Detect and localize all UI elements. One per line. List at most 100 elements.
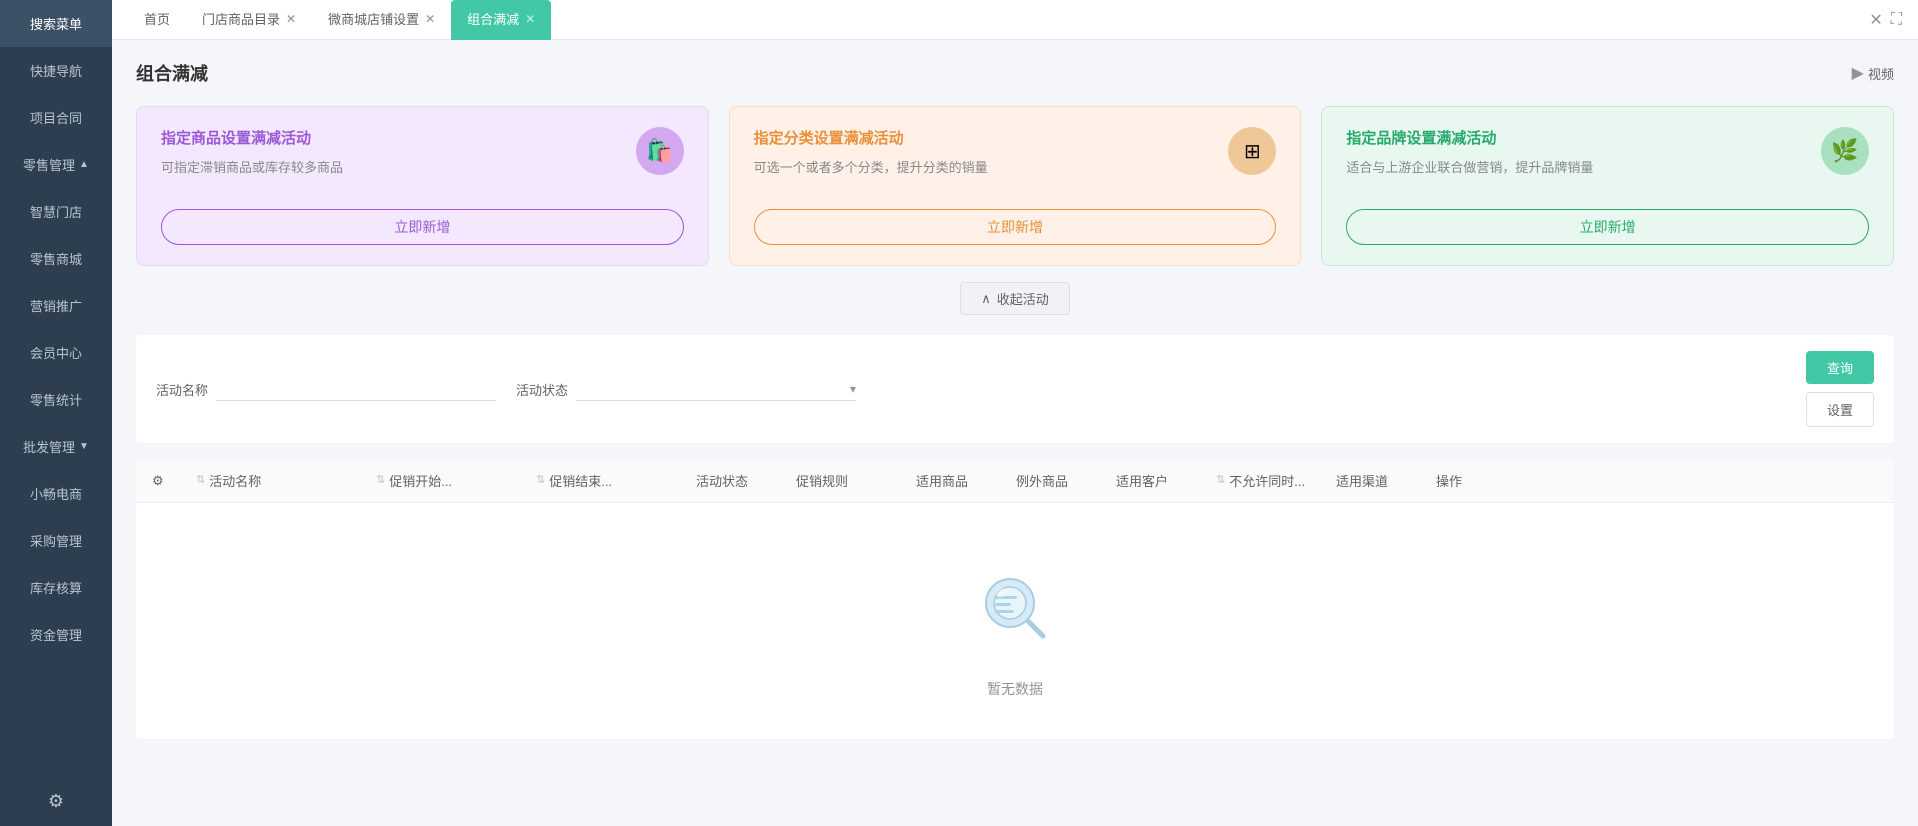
- sidebar-item-xiaochang-ec[interactable]: 小畅电商: [0, 470, 112, 517]
- sidebar-item-label: 批发管理: [23, 437, 75, 456]
- sidebar-item-quick-nav[interactable]: 快捷导航: [0, 47, 112, 94]
- collapse-icon: ∧: [981, 291, 991, 307]
- th-goods: 适用商品: [908, 459, 1008, 502]
- tab-combo-discount-close-icon[interactable]: ✕: [525, 12, 535, 26]
- category-card-icon: ⊞: [1228, 127, 1276, 175]
- category-card-add-button[interactable]: 立即新增: [754, 209, 1277, 245]
- empty-text: 暂无数据: [987, 679, 1043, 699]
- goods-card-add-button[interactable]: 立即新增: [161, 209, 684, 245]
- empty-state: 暂无数据: [136, 503, 1894, 739]
- th-noallow[interactable]: ⇅ 不允许同时...: [1208, 459, 1328, 502]
- collapse-bar: ∧ 收起活动: [136, 282, 1894, 315]
- collapse-activity-button[interactable]: ∧ 收起活动: [960, 282, 1070, 315]
- sidebar-item-label: 项目合同: [30, 111, 82, 126]
- goods-card-icon: 🛍️: [636, 127, 684, 175]
- collapse-label: 收起活动: [997, 289, 1049, 308]
- sidebar-item-label: 小畅电商: [30, 487, 82, 502]
- sidebar-item-label: 会员中心: [30, 346, 82, 361]
- activity-name-label: 活动名称: [156, 380, 208, 399]
- tab-combo-discount-label: 组合满减: [467, 9, 519, 28]
- sidebar-item-retail-mall[interactable]: 零售商城: [0, 235, 112, 282]
- goods-card-title: 指定商品设置满减活动: [161, 127, 684, 148]
- chevron-up-icon: ▲: [79, 159, 89, 170]
- th-gear[interactable]: ⚙: [144, 461, 188, 501]
- category-card-desc: 可选一个或者多个分类，提升分类的销量: [754, 158, 1277, 193]
- filter-activity-status: 活动状态 ▾: [516, 377, 856, 401]
- th-channel: 适用渠道: [1328, 459, 1428, 502]
- sidebar-item-retail-stats[interactable]: 零售统计: [0, 376, 112, 423]
- filter-actions: 查询 设置: [1806, 351, 1874, 427]
- tab-actions: ✕ ⛶: [1869, 10, 1902, 30]
- setting-button[interactable]: 设置: [1806, 392, 1874, 427]
- th-customer: 适用客户: [1108, 459, 1208, 502]
- activity-status-select-wrap: ▾: [576, 377, 856, 401]
- tab-store-catalog-close-icon[interactable]: ✕: [286, 12, 296, 26]
- sidebar-item-label: 快捷导航: [30, 64, 82, 79]
- gear-icon: ⚙: [152, 473, 164, 489]
- brand-card-title: 指定品牌设置满减活动: [1346, 127, 1869, 148]
- sidebar-item-fund-mgmt[interactable]: 资金管理: [0, 611, 112, 658]
- sidebar-item-search-menu[interactable]: 搜索菜单: [0, 0, 112, 47]
- chevron-down-icon: ▼: [79, 441, 89, 452]
- sidebar-item-label: 采购管理: [30, 534, 82, 549]
- filter-activity-name: 活动名称: [156, 377, 496, 401]
- chevron-down-icon: ▾: [850, 382, 856, 396]
- sidebar-item-label: 智慧门店: [30, 205, 82, 220]
- gear-icon: ⚙: [48, 791, 64, 811]
- tab-combo-discount[interactable]: 组合满减 ✕: [451, 0, 551, 40]
- th-action: 操作: [1428, 459, 1886, 502]
- activity-cards: 指定商品设置满减活动 🛍️ 可指定滞销商品或库存较多商品 立即新增 指定分类设置…: [136, 106, 1894, 266]
- brand-card-icon: 🌿: [1821, 127, 1869, 175]
- sidebar-item-label: 库存核算: [30, 581, 82, 596]
- th-status: 活动状态: [688, 459, 788, 502]
- sidebar-item-project-contract[interactable]: 项目合同: [0, 94, 112, 141]
- brand-card-add-button[interactable]: 立即新增: [1346, 209, 1869, 245]
- tab-wechat-store-close-icon[interactable]: ✕: [425, 12, 435, 26]
- play-icon: ▶: [1852, 63, 1864, 83]
- th-end[interactable]: ⇅ 促销结束...: [528, 459, 688, 502]
- sidebar-item-marketing[interactable]: 营销推广: [0, 282, 112, 329]
- th-except: 例外商品: [1008, 459, 1108, 502]
- sort-icon: ⇅: [376, 475, 385, 486]
- activity-card-category: 指定分类设置满减活动 ⊞ 可选一个或者多个分类，提升分类的销量 立即新增: [729, 106, 1302, 266]
- sidebar-item-retail-mgmt[interactable]: 零售管理 ▲: [0, 141, 112, 188]
- sidebar-item-label: 零售商城: [30, 252, 82, 267]
- tab-home-label: 首页: [144, 9, 170, 28]
- data-table: ⚙ ⇅ 活动名称 ⇅ 促销开始... ⇅ 促销结束... 活动状态: [136, 459, 1894, 739]
- sidebar-item-member-center[interactable]: 会员中心: [0, 329, 112, 376]
- sidebar-item-purchase-mgmt[interactable]: 采购管理: [0, 517, 112, 564]
- filter-bar: 活动名称 活动状态 ▾ 查询 设置: [136, 335, 1894, 443]
- sidebar-item-label: 零售统计: [30, 393, 82, 408]
- sidebar: 搜索菜单 快捷导航 项目合同 零售管理 ▲ 智慧门店 零售商城 营销推广 会员中…: [0, 0, 112, 826]
- activity-status-input[interactable]: [576, 377, 850, 400]
- activity-name-input[interactable]: [216, 377, 496, 401]
- sort-icon: ⇅: [536, 475, 545, 486]
- activity-card-brand: 指定品牌设置满减活动 🌿 适合与上游企业联合做营销，提升品牌销量 立即新增: [1321, 106, 1894, 266]
- goods-card-desc: 可指定滞销商品或库存较多商品: [161, 158, 684, 193]
- main-area: 首页 门店商品目录 ✕ 微商城店铺设置 ✕ 组合满减 ✕ ✕ ⛶ 组合满减 ▶ …: [112, 0, 1918, 826]
- tab-home[interactable]: 首页: [128, 0, 186, 40]
- tab-bar: 首页 门店商品目录 ✕ 微商城店铺设置 ✕ 组合满减 ✕ ✕ ⛶: [112, 0, 1918, 40]
- sort-icon: ⇅: [196, 475, 205, 486]
- th-name[interactable]: ⇅ 活动名称: [188, 459, 368, 502]
- th-start[interactable]: ⇅ 促销开始...: [368, 459, 528, 502]
- tab-store-catalog[interactable]: 门店商品目录 ✕: [186, 0, 312, 40]
- page-header: 组合满减 ▶ 视频: [136, 60, 1894, 86]
- sidebar-item-wholesale-mgmt[interactable]: 批发管理 ▼: [0, 423, 112, 470]
- sidebar-item-inventory[interactable]: 库存核算: [0, 564, 112, 611]
- brand-card-desc: 适合与上游企业联合做营销，提升品牌销量: [1346, 158, 1869, 193]
- video-link[interactable]: ▶ 视频: [1852, 63, 1894, 83]
- fullscreen-button[interactable]: ⛶: [1891, 10, 1902, 30]
- query-button[interactable]: 查询: [1806, 351, 1874, 384]
- tab-store-catalog-label: 门店商品目录: [202, 9, 280, 28]
- category-card-title: 指定分类设置满减活动: [754, 127, 1277, 148]
- sidebar-item-label: 资金管理: [30, 628, 82, 643]
- main-content: 组合满减 ▶ 视频 指定商品设置满减活动 🛍️ 可指定滞销商品或库存较多商品 立…: [112, 40, 1918, 826]
- settings-button[interactable]: ⚙: [0, 777, 112, 826]
- sidebar-item-label: 搜索菜单: [30, 17, 82, 32]
- tab-wechat-store[interactable]: 微商城店铺设置 ✕: [312, 0, 451, 40]
- activity-card-goods: 指定商品设置满减活动 🛍️ 可指定滞销商品或库存较多商品 立即新增: [136, 106, 709, 266]
- close-window-button[interactable]: ✕: [1869, 10, 1882, 30]
- tab-wechat-store-label: 微商城店铺设置: [328, 9, 419, 28]
- sidebar-item-smart-store[interactable]: 智慧门店: [0, 188, 112, 235]
